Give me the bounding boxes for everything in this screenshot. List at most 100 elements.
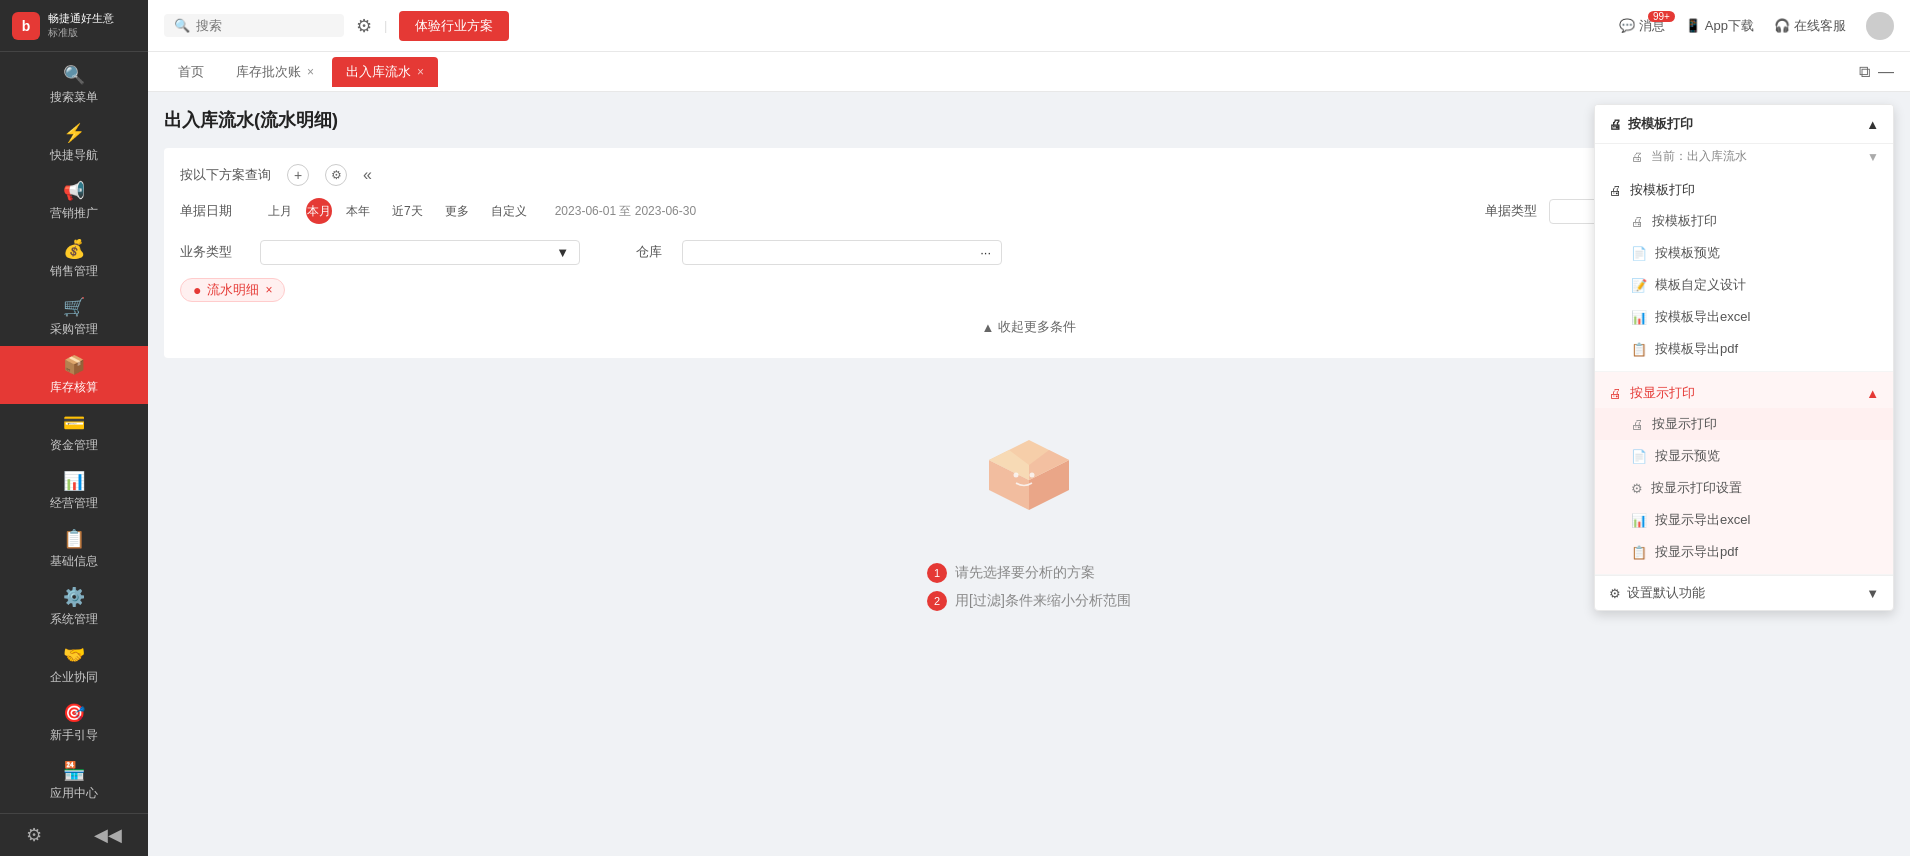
sidebar-item-marketing[interactable]: 📢 营销推广 [0, 172, 148, 230]
doc-type-label: 单据类型 [1485, 202, 1537, 220]
date-last-7-days[interactable]: 近7天 [384, 201, 431, 222]
dropdown-item-template-print[interactable]: 🖨 按模板打印 [1595, 205, 1893, 237]
sidebar-item-label: 快捷导航 [50, 147, 98, 164]
sidebar-item-purchase[interactable]: 🛒 采购管理 [0, 288, 148, 346]
dropdown-header: 🖨 按模板打印 ▲ [1595, 105, 1893, 144]
sidebar-item-apps[interactable]: 🏪 应用中心 [0, 752, 148, 810]
flow-tag[interactable]: ● 流水明细 × [180, 278, 285, 302]
item-preview-icon: 📄 [1631, 246, 1647, 261]
empty-step-2: 2 用[过滤]条件来缩小分析范围 [927, 591, 1131, 611]
dropdown-item-display-print[interactable]: 🖨 按显示打印 [1595, 408, 1893, 440]
business-type-select[interactable]: ▼ [260, 240, 580, 265]
sidebar-item-operation[interactable]: 📊 经营管理 [0, 462, 148, 520]
filter-settings-button[interactable]: ⚙ [325, 164, 347, 186]
app-download-button[interactable]: 📱 App下载 [1685, 17, 1754, 35]
tab-batch-close-icon[interactable]: × [307, 65, 314, 79]
online-service-button[interactable]: 🎧 在线客服 [1774, 17, 1846, 35]
sidebar-item-sales[interactable]: 💰 销售管理 [0, 230, 148, 288]
sidebar-footer: ⚙ ◀◀ [0, 813, 148, 856]
sidebar-item-system[interactable]: ⚙️ 系统管理 [0, 578, 148, 636]
dropdown-item-display-settings[interactable]: ⚙ 按显示打印设置 [1595, 472, 1893, 504]
sidebar-item-guide[interactable]: 🎯 新手引导 [0, 694, 148, 752]
search-icon: 🔍 [174, 18, 190, 33]
date-label: 单据日期 [180, 202, 244, 220]
dropdown-item-display-excel[interactable]: 📊 按显示导出excel [1595, 504, 1893, 536]
item-label: 按显示导出pdf [1655, 543, 1738, 561]
dropdown-current-chevron: ▼ [1867, 150, 1879, 164]
dropdown-item-template-pdf[interactable]: 📋 按模板导出pdf [1595, 333, 1893, 365]
sidebar-item-inventory[interactable]: 📦 库存核算 [0, 346, 148, 404]
flow-tag-close[interactable]: × [265, 283, 272, 297]
page-title: 出入库流水(流水明细) [164, 108, 338, 132]
footer-settings-icon: ⚙ [1609, 586, 1621, 601]
item-display-print-icon: 🖨 [1631, 417, 1644, 432]
dropdown-header-actions: ▲ [1866, 117, 1879, 132]
marketing-icon: 📢 [63, 180, 85, 202]
dropdown-section-display-header[interactable]: 🖨 按显示打印 ▲ [1595, 378, 1893, 408]
dropdown-section-display-title: 🖨 按显示打印 [1609, 384, 1695, 402]
collapse-more-label: 收起更多条件 [998, 318, 1076, 336]
sidebar-item-label: 基础信息 [50, 553, 98, 570]
flow-tag-icon: ● [193, 282, 201, 298]
item-label: 按模板导出excel [1655, 308, 1750, 326]
date-last-month[interactable]: 上月 [260, 201, 300, 222]
dropdown-current: 🖨 当前：出入库流水 ▼ [1595, 144, 1893, 169]
main-area: 🔍 ⚙ | 体验行业方案 💬 消息 99+ 📱 App下载 🎧 在线客服 [148, 0, 1910, 856]
dropdown-item-template-excel[interactable]: 📊 按模板导出excel [1595, 301, 1893, 333]
item-display-excel-icon: 📊 [1631, 513, 1647, 528]
tab-flow-detail[interactable]: 出入库流水 × [332, 57, 438, 87]
purchase-icon: 🛒 [63, 296, 85, 318]
topbar-right: 💬 消息 99+ 📱 App下载 🎧 在线客服 [1619, 12, 1894, 40]
footer-chevron: ▼ [1866, 586, 1879, 601]
template-print-icon: 🖨 [1609, 183, 1622, 198]
cooperation-icon: 🤝 [63, 644, 85, 666]
tab-flow-close-icon[interactable]: × [417, 65, 424, 79]
date-range-display: 2023-06-01 至 2023-06-30 [555, 203, 696, 220]
filter-add-button[interactable]: + [287, 164, 309, 186]
date-more[interactable]: 更多 [437, 201, 477, 222]
search-input[interactable] [196, 18, 334, 33]
date-custom[interactable]: 自定义 [483, 201, 535, 222]
dropdown-section-template-header[interactable]: 🖨 按模板打印 [1595, 175, 1893, 205]
date-this-year[interactable]: 本年 [338, 201, 378, 222]
sidebar-item-wechat[interactable]: 💬 企业微信 [0, 810, 148, 813]
sidebar-collapse-button[interactable]: ◀◀ [94, 824, 122, 846]
dropdown-item-template-preview[interactable]: 📄 按模板预览 [1595, 237, 1893, 269]
tab-restore-button[interactable]: ⧉ [1859, 63, 1870, 81]
tab-home[interactable]: 首页 [164, 57, 218, 87]
date-this-month[interactable]: 本月 [306, 198, 332, 224]
topbar-settings-icon[interactable]: ⚙ [356, 15, 372, 37]
empty-icon-svg [974, 430, 1084, 540]
service-icon: 🎧 [1774, 18, 1790, 33]
sidebar-item-search[interactable]: 🔍 搜索菜单 [0, 56, 148, 114]
sidebar-settings-button[interactable]: ⚙ [26, 824, 42, 846]
tab-batch-label: 库存批次账 [236, 63, 301, 81]
item-display-pdf-icon: 📋 [1631, 545, 1647, 560]
dropdown-footer[interactable]: ⚙ 设置默认功能 ▼ [1595, 575, 1893, 610]
tab-batch-account[interactable]: 库存批次账 × [222, 57, 328, 87]
sidebar-item-basic[interactable]: 📋 基础信息 [0, 520, 148, 578]
warehouse-input[interactable]: ··· [682, 240, 1002, 265]
dropdown-expand-icon[interactable]: ▲ [1866, 117, 1879, 132]
sidebar-item-finance[interactable]: 💳 资金管理 [0, 404, 148, 462]
dropdown-item-display-pdf[interactable]: 📋 按显示导出pdf [1595, 536, 1893, 568]
dropdown-item-template-custom[interactable]: 📝 模板自定义设计 [1595, 269, 1893, 301]
tab-flow-label: 出入库流水 [346, 63, 411, 81]
sidebar-item-cooperation[interactable]: 🤝 企业协同 [0, 636, 148, 694]
item-label: 模板自定义设计 [1655, 276, 1746, 294]
trial-button[interactable]: 体验行业方案 [399, 11, 509, 41]
filter-label: 按以下方案查询 [180, 166, 271, 184]
tab-minimize-button[interactable]: — [1878, 63, 1894, 81]
service-label: 在线客服 [1794, 17, 1846, 35]
user-avatar[interactable] [1866, 12, 1894, 40]
message-button[interactable]: 💬 消息 99+ [1619, 17, 1665, 35]
dropdown-item-display-preview[interactable]: 📄 按显示预览 [1595, 440, 1893, 472]
sidebar-item-quick-nav[interactable]: ⚡ 快捷导航 [0, 114, 148, 172]
sidebar-item-label: 销售管理 [50, 263, 98, 280]
filter-collapse-icon[interactable]: « [363, 166, 372, 184]
dropdown-current-icon: 🖨 [1631, 150, 1643, 164]
inventory-icon: 📦 [63, 354, 85, 376]
item-label: 按显示预览 [1655, 447, 1720, 465]
basic-icon: 📋 [63, 528, 85, 550]
print-dropdown-panel: 🖨 按模板打印 ▲ 🖨 当前：出入库流水 ▼ 🖨 按模板打印 [1594, 104, 1894, 611]
